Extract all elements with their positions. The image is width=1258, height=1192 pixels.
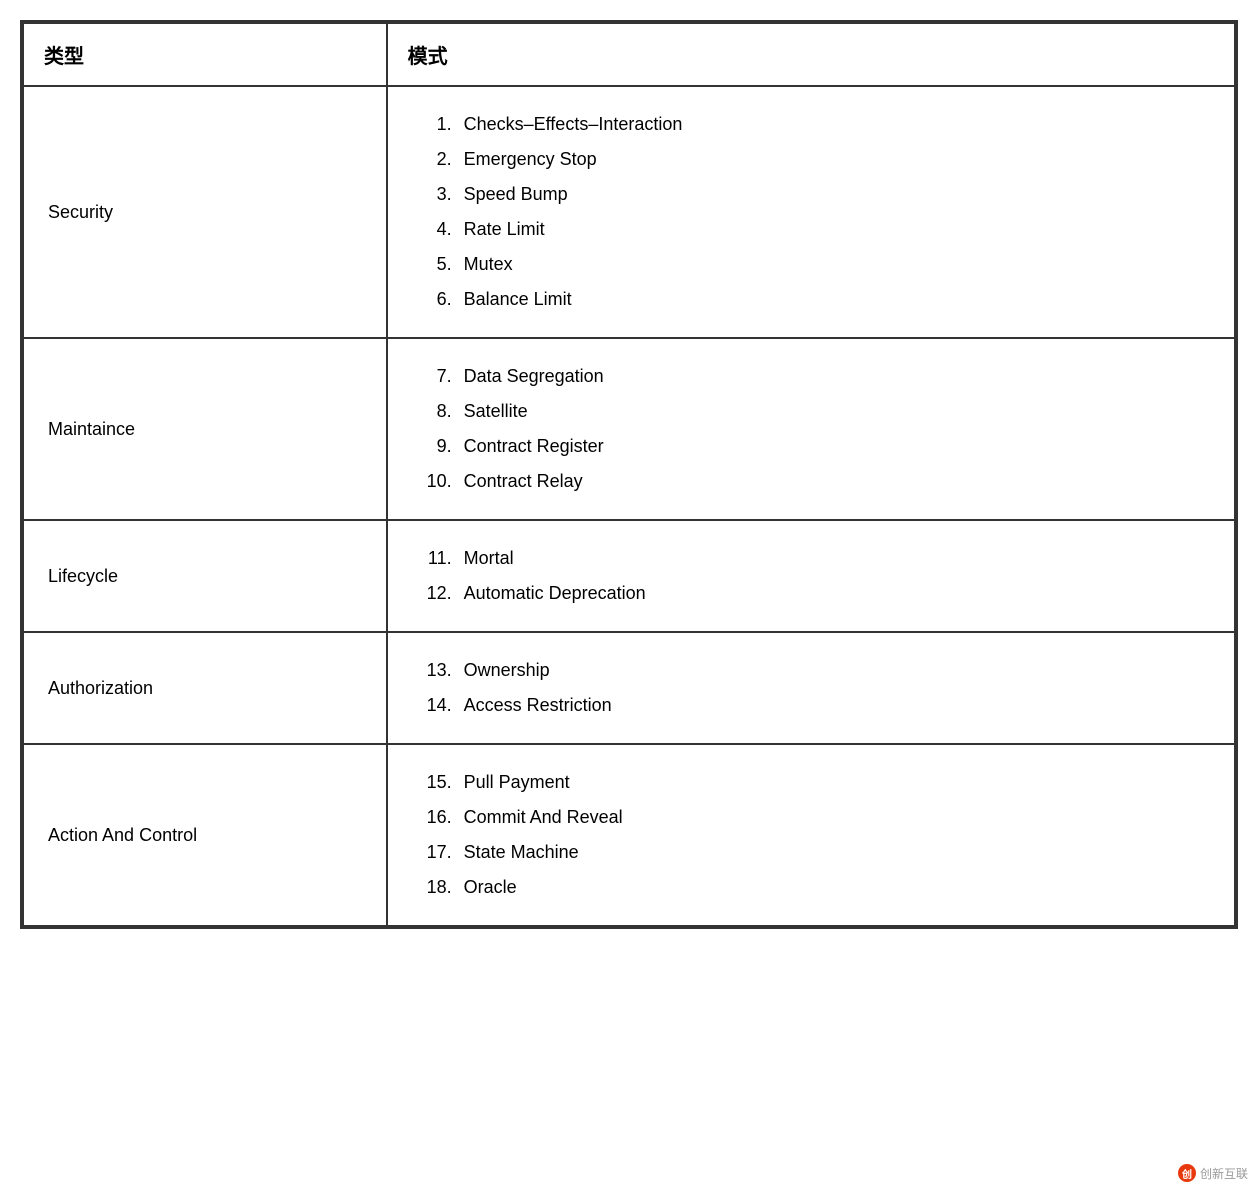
list-item: 13. Ownership <box>412 653 1210 688</box>
item-label: Mutex <box>464 254 513 275</box>
table-row: Maintaince 7. Data Segregation 8. Satellite 9… <box>23 338 1235 520</box>
modes-cell: 11. Mortal 12. Automatic Deprecation <box>387 520 1235 632</box>
category-cell: Security <box>23 86 387 338</box>
item-number: 2. <box>412 149 452 170</box>
item-label: Balance Limit <box>464 289 572 310</box>
list-item: 14. Access Restriction <box>412 688 1210 723</box>
list-item: 4. Rate Limit <box>412 212 1210 247</box>
watermark: 创 创新互联 <box>1178 1164 1248 1182</box>
modes-cell: 1. Checks–Effects–Interaction 2. Emergency … <box>387 86 1235 338</box>
mode-list: 7. Data Segregation 8. Satellite 9. Contract … <box>412 359 1210 499</box>
list-item: 6. Balance Limit <box>412 282 1210 317</box>
item-label: Access Restriction <box>464 695 612 716</box>
list-item: 11. Mortal <box>412 541 1210 576</box>
item-number: 3. <box>412 184 452 205</box>
item-number: 10. <box>412 471 452 492</box>
item-number: 13. <box>412 660 452 681</box>
list-item: 1. Checks–Effects–Interaction <box>412 107 1210 142</box>
list-item: 2. Emergency Stop <box>412 142 1210 177</box>
item-label: Contract Register <box>464 436 604 457</box>
list-item: 5. Mutex <box>412 247 1210 282</box>
category-cell: Action And Control <box>23 744 387 926</box>
table-row: Action And Control 15. Pull Payment 16. Comm… <box>23 744 1235 926</box>
list-item: 10. Contract Relay <box>412 464 1210 499</box>
item-label: Checks–Effects–Interaction <box>464 114 683 135</box>
item-label: Data Segregation <box>464 366 604 387</box>
list-item: 18. Oracle <box>412 870 1210 905</box>
item-label: Commit And Reveal <box>464 807 623 828</box>
item-number: 8. <box>412 401 452 422</box>
modes-cell: 13. Ownership 14. Access Restriction <box>387 632 1235 744</box>
list-item: 17. State Machine <box>412 835 1210 870</box>
category-cell: Lifecycle <box>23 520 387 632</box>
header-mode: 模式 <box>387 23 1235 86</box>
item-number: 16. <box>412 807 452 828</box>
mode-list: 15. Pull Payment 16. Commit And Reveal 17. St… <box>412 765 1210 905</box>
category-cell: Maintaince <box>23 338 387 520</box>
table-row: Authorization 13. Ownership 14. Access Restr… <box>23 632 1235 744</box>
modes-cell: 7. Data Segregation 8. Satellite 9. Contract … <box>387 338 1235 520</box>
header-type: 类型 <box>23 23 387 86</box>
mode-list: 1. Checks–Effects–Interaction 2. Emergency … <box>412 107 1210 317</box>
item-number: 9. <box>412 436 452 457</box>
item-number: 4. <box>412 219 452 240</box>
main-table-container: 类型 模式 Security 1. Checks–Effects–Interacti… <box>20 20 1238 929</box>
item-label: Pull Payment <box>464 772 570 793</box>
item-label: Automatic Deprecation <box>464 583 646 604</box>
table-row: Security 1. Checks–Effects–Interaction 2. Em… <box>23 86 1235 338</box>
item-number: 18. <box>412 877 452 898</box>
item-number: 11. <box>412 548 452 569</box>
item-label: Ownership <box>464 660 550 681</box>
list-item: 15. Pull Payment <box>412 765 1210 800</box>
item-number: 12. <box>412 583 452 604</box>
item-label: Oracle <box>464 877 517 898</box>
list-item: 8. Satellite <box>412 394 1210 429</box>
item-number: 6. <box>412 289 452 310</box>
category-cell: Authorization <box>23 632 387 744</box>
item-number: 5. <box>412 254 452 275</box>
item-label: Mortal <box>464 548 514 569</box>
list-item: 9. Contract Register <box>412 429 1210 464</box>
mode-list: 13. Ownership 14. Access Restriction <box>412 653 1210 723</box>
item-label: State Machine <box>464 842 579 863</box>
table-row: Lifecycle 11. Mortal 12. Automatic Deprecati… <box>23 520 1235 632</box>
item-number: 7. <box>412 366 452 387</box>
item-label: Speed Bump <box>464 184 568 205</box>
mode-list: 11. Mortal 12. Automatic Deprecation <box>412 541 1210 611</box>
list-item: 12. Automatic Deprecation <box>412 576 1210 611</box>
item-number: 14. <box>412 695 452 716</box>
data-table: 类型 模式 Security 1. Checks–Effects–Interacti… <box>22 22 1236 927</box>
table-header-row: 类型 模式 <box>23 23 1235 86</box>
item-number: 15. <box>412 772 452 793</box>
item-label: Rate Limit <box>464 219 545 240</box>
item-number: 17. <box>412 842 452 863</box>
list-item: 3. Speed Bump <box>412 177 1210 212</box>
item-number: 1. <box>412 114 452 135</box>
modes-cell: 15. Pull Payment 16. Commit And Reveal 17. St… <box>387 744 1235 926</box>
watermark-text: 创新互联 <box>1200 1165 1248 1182</box>
list-item: 16. Commit And Reveal <box>412 800 1210 835</box>
item-label: Emergency Stop <box>464 149 597 170</box>
item-label: Satellite <box>464 401 528 422</box>
list-item: 7. Data Segregation <box>412 359 1210 394</box>
watermark-icon: 创 <box>1178 1164 1196 1182</box>
item-label: Contract Relay <box>464 471 583 492</box>
